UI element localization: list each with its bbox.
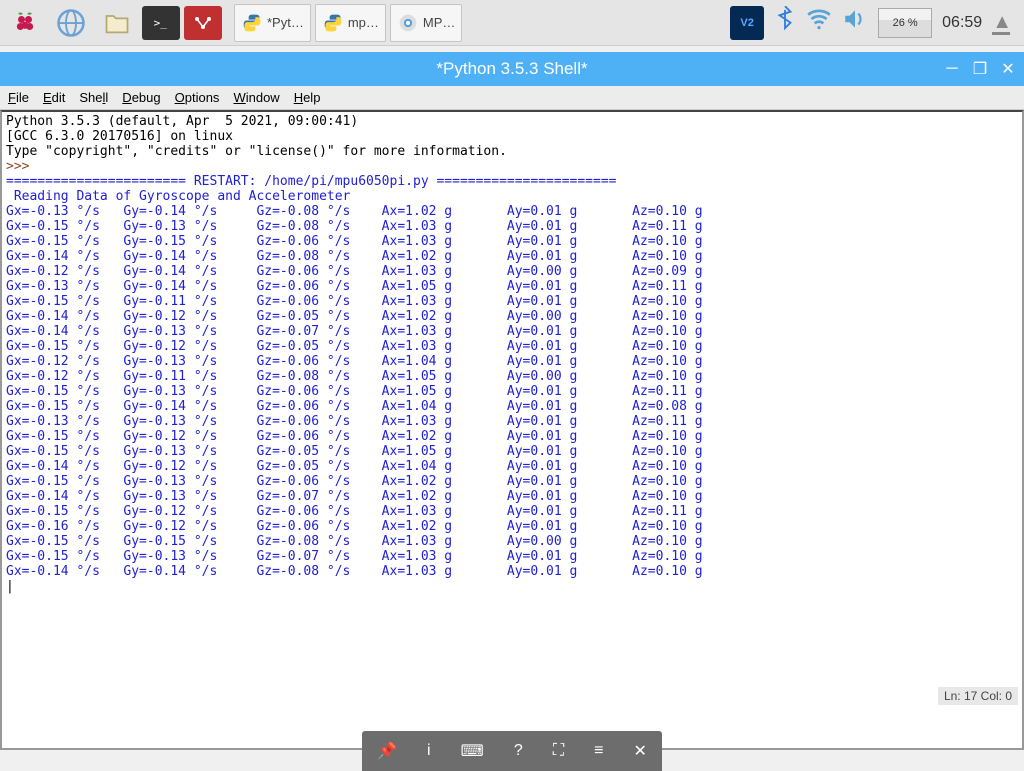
maximize-button[interactable]: ❐ [970, 59, 990, 79]
bluetooth-icon[interactable] [774, 6, 796, 39]
status-bar: Ln: 17 Col: 0 [938, 687, 1018, 705]
terminal-icon[interactable]: >_ [142, 6, 180, 40]
clock[interactable]: 06:59 [942, 14, 982, 32]
cpu-usage-graph[interactable]: 26 % [878, 8, 932, 38]
python-icon [322, 12, 344, 34]
menu-debug[interactable]: Debug [122, 90, 160, 105]
menu-file[interactable]: File [8, 90, 29, 105]
menu-options[interactable]: Options [175, 90, 220, 105]
taskbar-tile-python-shell[interactable]: *Pyt… [234, 4, 311, 42]
info-icon[interactable]: i [427, 742, 431, 760]
file-manager-icon[interactable] [96, 2, 138, 44]
titlebar[interactable]: *Python 3.5.3 Shell* ─ ❐ ✕ [0, 52, 1024, 86]
eject-icon[interactable]: ▲ [992, 11, 1012, 35]
vnc-icon[interactable]: V2 [730, 6, 764, 40]
menu-raspberry-icon[interactable] [4, 2, 46, 44]
taskbar-tile-label: MP… [423, 15, 456, 30]
menu-help[interactable]: Help [294, 90, 321, 105]
node-red-icon[interactable] [184, 6, 222, 40]
minimize-button[interactable]: ─ [942, 60, 962, 78]
taskbar-tile-label: *Pyt… [267, 15, 304, 30]
taskbar-tile-label: mp… [348, 15, 379, 30]
fullscreen-icon[interactable]: ⛶ [553, 742, 564, 760]
close-button[interactable]: ✕ [998, 59, 1018, 79]
svg-text:>_: >_ [154, 16, 168, 29]
help-icon[interactable]: ? [514, 742, 523, 760]
window-title: *Python 3.5.3 Shell* [436, 59, 587, 79]
wifi-icon[interactable] [806, 8, 832, 37]
taskbar-tile-python-editor[interactable]: mp… [315, 4, 386, 42]
keyboard-icon[interactable]: ⌨ [461, 741, 484, 761]
chromium-icon [397, 12, 419, 34]
taskbar: >_ *Pyt… mp… MP… V2 26 % 06:59 [0, 0, 1024, 46]
menubar: File Edit Shell Debug Options Window Hel… [0, 86, 1024, 110]
python-icon [241, 12, 263, 34]
close-toolbar-icon[interactable]: ✕ [634, 741, 647, 761]
python-shell-window: *Python 3.5.3 Shell* ─ ❐ ✕ File Edit She… [0, 52, 1024, 750]
menu-edit[interactable]: Edit [43, 90, 65, 105]
volume-icon[interactable] [842, 8, 868, 37]
browser-icon[interactable] [50, 2, 92, 44]
menu-window[interactable]: Window [233, 90, 279, 105]
taskbar-tile-chromium[interactable]: MP… [390, 4, 463, 42]
vnc-float-toolbar[interactable]: 📌 i ⌨ ? ⛶ ≡ ✕ [362, 731, 662, 771]
pin-icon[interactable]: 📌 [377, 741, 397, 761]
settings-icon[interactable]: ≡ [594, 742, 603, 760]
menu-shell[interactable]: Shell [79, 90, 108, 105]
shell-output-area[interactable]: Python 3.5.3 (default, Apr 5 2021, 09:00… [0, 110, 1024, 750]
